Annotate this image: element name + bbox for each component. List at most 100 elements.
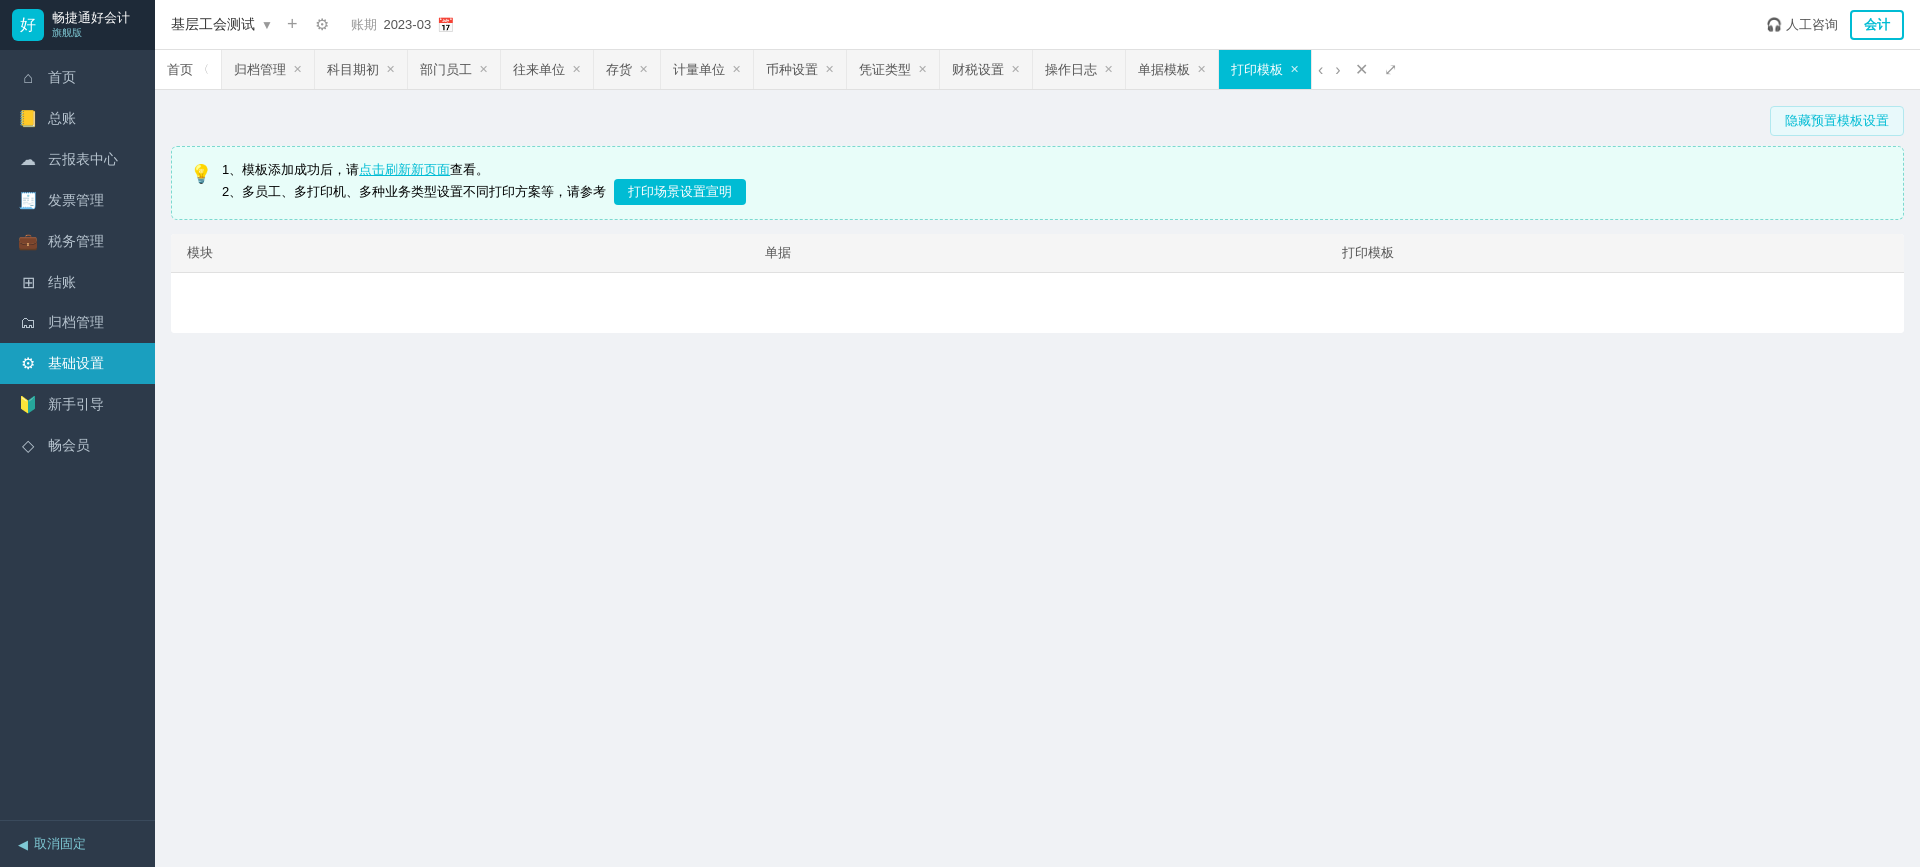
tab-next-button[interactable]: › <box>1329 50 1346 89</box>
sidebar-item-label: 总账 <box>48 110 76 128</box>
print-template-table: 模块 单据 打印模板 <box>171 234 1904 333</box>
refresh-link[interactable]: 点击刷新新页面 <box>359 162 450 177</box>
sidebar-item-label: 发票管理 <box>48 192 104 210</box>
tab-units[interactable]: 计量单位 ✕ <box>661 50 754 89</box>
hide-template-button[interactable]: 隐藏预置模板设置 <box>1770 106 1904 136</box>
tab-close-icon[interactable]: ✕ <box>386 63 395 76</box>
info-line-1: 1、模板添加成功后，请点击刷新新页面查看。 <box>222 161 746 179</box>
tab-expand-button[interactable]: ⤢ <box>1376 50 1405 89</box>
tabbar: 首页 〈 归档管理 ✕ 科目期初 ✕ 部门员工 ✕ 往来单位 ✕ 存货 ✕ 计量… <box>155 50 1920 90</box>
sidebar-item-label: 云报表中心 <box>48 151 118 169</box>
tab-inventory[interactable]: 存货 ✕ <box>594 50 661 89</box>
tab-close-icon[interactable]: ✕ <box>293 63 302 76</box>
tab-currency[interactable]: 币种设置 ✕ <box>754 50 847 89</box>
tab-home[interactable]: 首页 〈 <box>155 50 222 89</box>
tab-close-icon[interactable]: ✕ <box>1197 63 1206 76</box>
sidebar-item-label: 结账 <box>48 274 76 292</box>
topbar-settings-button[interactable]: ⚙ <box>311 15 333 34</box>
sidebar-item-tax[interactable]: 💼 税务管理 <box>0 221 155 262</box>
tab-label: 科目期初 <box>327 61 379 79</box>
period-selector[interactable]: 账期 2023-03 📅 <box>351 16 454 34</box>
tab-close-all-button[interactable]: ✕ <box>1347 50 1376 89</box>
info-line1-prefix: 1、模板添加成功后，请 <box>222 162 359 177</box>
tab-voucher-type[interactable]: 凭证类型 ✕ <box>847 50 940 89</box>
info-line2-prefix: 2、多员工、多打印机、多种业务类型设置不同打印方案等，请参考 <box>222 184 606 199</box>
tab-label: 部门员工 <box>420 61 472 79</box>
tab-tax-settings[interactable]: 财税设置 ✕ <box>940 50 1033 89</box>
table-header-template: 打印模板 <box>1326 234 1904 272</box>
sidebar-item-checkout[interactable]: ⊞ 结账 <box>0 262 155 303</box>
checkout-icon: ⊞ <box>18 273 38 292</box>
sidebar-item-archive[interactable]: 🗂 归档管理 <box>0 303 155 343</box>
table-header-module: 模块 <box>171 234 749 272</box>
topbar: 基层工会测试 ▼ + ⚙ 账期 2023-03 📅 🎧 人工咨询 会计 <box>155 0 1920 50</box>
tab-operation-log[interactable]: 操作日志 ✕ <box>1033 50 1126 89</box>
tab-close-icon[interactable]: ✕ <box>479 63 488 76</box>
invoice-icon: 🧾 <box>18 191 38 210</box>
sidebar-item-reports[interactable]: ☁ 云报表中心 <box>0 139 155 180</box>
tab-label: 计量单位 <box>673 61 725 79</box>
sidebar-item-label: 新手引导 <box>48 396 104 414</box>
tax-icon: 💼 <box>18 232 38 251</box>
sidebar: 好 畅捷通好会计 旗舰版 ⌂ 首页 📒 总账 ☁ 云报表中心 🧾 发票管理 💼 … <box>0 0 155 867</box>
sidebar-item-ledger[interactable]: 📒 总账 <box>0 98 155 139</box>
tab-subjects[interactable]: 科目期初 ✕ <box>315 50 408 89</box>
info-box: 💡 1、模板添加成功后，请点击刷新新页面查看。 2、多员工、多打印机、多种业务类… <box>171 146 1904 220</box>
period-label: 账期 <box>351 16 377 34</box>
tab-chevron-icon: 〈 <box>198 62 209 77</box>
support-button[interactable]: 🎧 人工咨询 <box>1766 16 1838 34</box>
table-body <box>171 273 1904 333</box>
headset-icon: 🎧 <box>1766 17 1782 32</box>
tab-close-icon[interactable]: ✕ <box>732 63 741 76</box>
sidebar-item-invoice[interactable]: 🧾 发票管理 <box>0 180 155 221</box>
tab-label: 操作日志 <box>1045 61 1097 79</box>
info-line1-suffix: 查看。 <box>450 162 489 177</box>
tab-close-icon[interactable]: ✕ <box>1104 63 1113 76</box>
member-icon: ◇ <box>18 436 38 455</box>
print-scene-button[interactable]: 打印场景设置宣明 <box>614 179 746 205</box>
content-area: 隐藏预置模板设置 💡 1、模板添加成功后，请点击刷新新页面查看。 2、多员工、多… <box>155 90 1920 867</box>
support-label: 人工咨询 <box>1786 16 1838 34</box>
archive-icon: 🗂 <box>18 314 38 332</box>
unpin-label: 取消固定 <box>34 835 86 853</box>
table-header: 模块 单据 打印模板 <box>171 234 1904 273</box>
sidebar-item-label: 首页 <box>48 69 76 87</box>
sidebar-unpin-button[interactable]: ◀ 取消固定 <box>0 820 155 867</box>
sidebar-item-settings[interactable]: ⚙ 基础设置 <box>0 343 155 384</box>
tab-single-template[interactable]: 单据模板 ✕ <box>1126 50 1219 89</box>
info-box-content: 1、模板添加成功后，请点击刷新新页面查看。 2、多员工、多打印机、多种业务类型设… <box>222 161 746 205</box>
calendar-icon: 📅 <box>437 17 454 33</box>
tab-close-icon[interactable]: ✕ <box>825 63 834 76</box>
tab-label: 单据模板 <box>1138 61 1190 79</box>
tab-label: 首页 <box>167 61 193 79</box>
tab-close-icon[interactable]: ✕ <box>918 63 927 76</box>
sidebar-item-home[interactable]: ⌂ 首页 <box>0 58 155 98</box>
tab-close-icon[interactable]: ✕ <box>1011 63 1020 76</box>
tab-print-template[interactable]: 打印模板 ✕ <box>1219 50 1312 89</box>
company-selector[interactable]: 基层工会测试 ▼ <box>171 16 273 34</box>
app-edition: 旗舰版 <box>52 26 130 40</box>
sidebar-item-guide[interactable]: 🔰 新手引导 <box>0 384 155 425</box>
tab-label: 存货 <box>606 61 632 79</box>
chevron-down-icon: ▼ <box>261 18 273 32</box>
tab-partners[interactable]: 往来单位 ✕ <box>501 50 594 89</box>
tab-archive-mgmt[interactable]: 归档管理 ✕ <box>222 50 315 89</box>
sidebar-item-member[interactable]: ◇ 畅会员 <box>0 425 155 466</box>
settings-icon: ⚙ <box>18 354 38 373</box>
tab-close-icon[interactable]: ✕ <box>572 63 581 76</box>
guide-icon: 🔰 <box>18 395 38 414</box>
tab-label: 归档管理 <box>234 61 286 79</box>
add-tab-button[interactable]: + <box>283 14 302 35</box>
tab-label: 打印模板 <box>1231 61 1283 79</box>
kuaiji-button[interactable]: 会计 <box>1850 10 1904 40</box>
tab-departments[interactable]: 部门员工 ✕ <box>408 50 501 89</box>
tab-label: 币种设置 <box>766 61 818 79</box>
table-header-document: 单据 <box>749 234 1327 272</box>
sidebar-item-label: 税务管理 <box>48 233 104 251</box>
tab-prev-button[interactable]: ‹ <box>1312 50 1329 89</box>
sidebar-nav: ⌂ 首页 📒 总账 ☁ 云报表中心 🧾 发票管理 💼 税务管理 ⊞ 结账 🗂 归… <box>0 50 155 820</box>
tab-label: 财税设置 <box>952 61 1004 79</box>
bulb-icon: 💡 <box>190 163 212 185</box>
tab-close-icon[interactable]: ✕ <box>639 63 648 76</box>
tab-close-icon[interactable]: ✕ <box>1290 63 1299 76</box>
